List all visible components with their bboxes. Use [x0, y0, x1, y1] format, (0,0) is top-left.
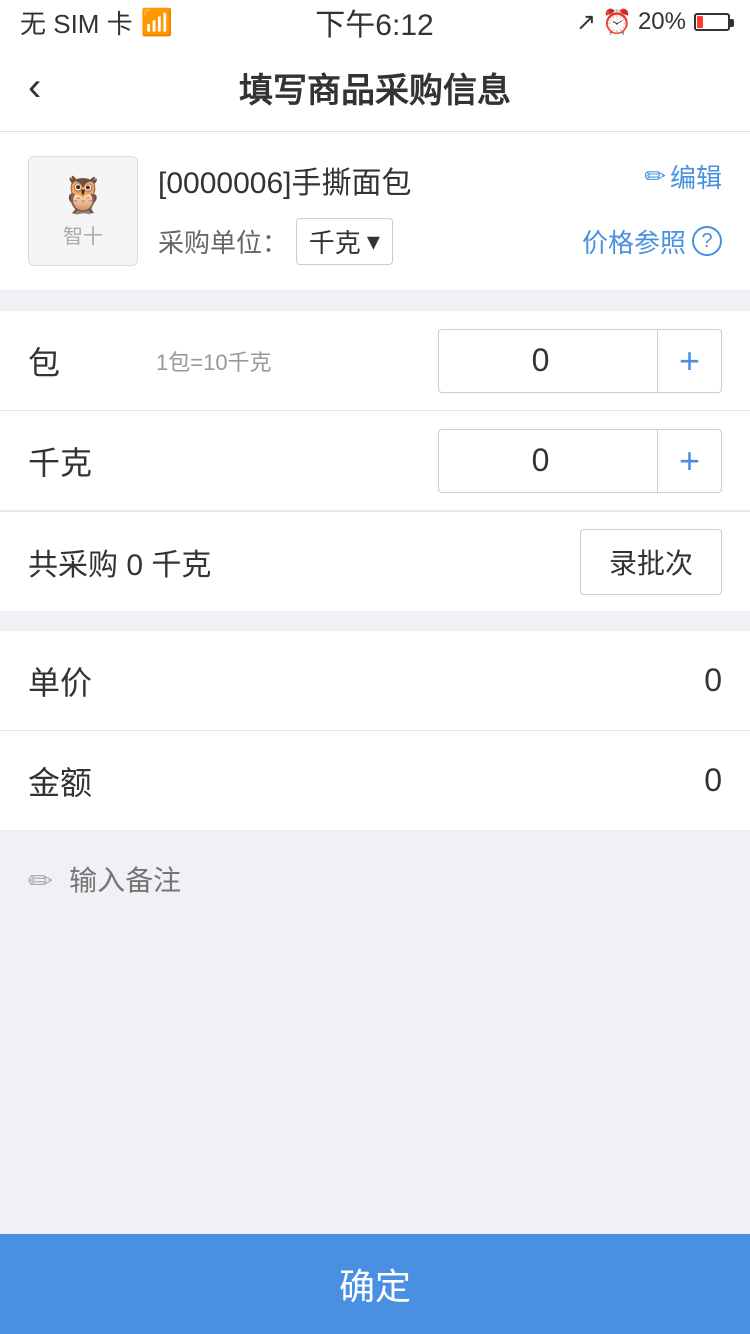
unit-prefix: 采购单位： — [158, 228, 288, 258]
section-divider-2 — [0, 611, 750, 631]
location-icon: ↗ — [576, 8, 596, 37]
battery-percent: 20% — [638, 8, 686, 36]
edit-icon: ✏ — [644, 161, 666, 192]
edit-label: 编辑 — [670, 158, 722, 195]
price-ref-link[interactable]: 价格参照 ? — [582, 223, 722, 260]
product-thumb-icon: 🦉 — [61, 174, 106, 216]
alarm-icon: ⏰ — [602, 8, 632, 37]
section-divider-1 — [0, 291, 750, 311]
price-section: 单价 0 金额 0 — [0, 631, 750, 831]
edit-link[interactable]: ✏ 编辑 — [644, 158, 722, 195]
status-left: 无 SIM 卡 📶 — [20, 4, 173, 41]
bag-qty-input[interactable] — [438, 329, 658, 393]
back-button[interactable]: ‹ — [28, 65, 41, 110]
input-section: 包 1包=10千克 + 千克 + — [0, 311, 750, 511]
page-title: 填写商品采购信息 — [239, 63, 511, 112]
kg-input-row: 千克 + — [0, 411, 750, 511]
price-ref-icon: ? — [692, 226, 722, 256]
remark-section: ✏ — [0, 831, 750, 931]
status-bar: 无 SIM 卡 📶 下午6:12 ↗ ⏰ 20% — [0, 0, 750, 44]
kg-label: 千克 — [28, 438, 148, 484]
battery-fill — [697, 16, 703, 28]
unit-value: 千克 — [309, 223, 361, 260]
bag-sub-label: 1包=10千克 — [156, 345, 272, 377]
kg-input-right: + — [438, 429, 722, 493]
product-thumbnail: 🦉 智十 — [28, 156, 138, 266]
unit-label-group: 采购单位： 千克 ▾ — [158, 218, 393, 265]
pencil-icon: ✏ — [28, 864, 53, 899]
unit-select[interactable]: 千克 ▾ — [296, 218, 393, 265]
status-time: 下午6:12 — [315, 0, 433, 44]
amount-row: 金额 0 — [0, 731, 750, 831]
confirm-button[interactable]: 确定 — [0, 1234, 750, 1334]
record-batch-button[interactable]: 录批次 — [580, 529, 722, 595]
chevron-down-icon: ▾ — [367, 226, 380, 257]
status-right: ↗ ⏰ 20% — [576, 8, 730, 37]
unit-price-value: 0 — [704, 662, 722, 699]
no-sim-label: 无 SIM 卡 — [20, 4, 133, 41]
amount-value: 0 — [704, 762, 722, 799]
summary-text: 共采购 0 千克 — [28, 540, 211, 584]
bag-input-row: 包 1包=10千克 + — [0, 311, 750, 411]
price-ref-label: 价格参照 — [582, 223, 686, 260]
battery-icon — [694, 13, 730, 31]
bag-plus-button[interactable]: + — [658, 329, 722, 393]
product-info: [0000006]手撕面包 ✏ 编辑 采购单位： 千克 ▾ 价格参照 ? — [158, 158, 722, 265]
product-card: 🦉 智十 [0000006]手撕面包 ✏ 编辑 采购单位： 千克 ▾ 价格参照 … — [0, 132, 750, 291]
unit-price-label: 单价 — [28, 658, 92, 704]
remark-input[interactable] — [69, 865, 722, 897]
unit-price-row: 单价 0 — [0, 631, 750, 731]
wifi-icon: 📶 — [141, 7, 173, 38]
kg-qty-input[interactable] — [438, 429, 658, 493]
kg-plus-button[interactable]: + — [658, 429, 722, 493]
product-unit-row: 采购单位： 千克 ▾ 价格参照 ? — [158, 218, 722, 265]
nav-bar: ‹ 填写商品采购信息 — [0, 44, 750, 132]
amount-label: 金额 — [28, 758, 92, 804]
summary-row: 共采购 0 千克 录批次 — [0, 511, 750, 611]
bottom-space — [0, 931, 750, 1231]
product-name: [0000006]手撕面包 — [158, 158, 411, 202]
bag-label: 包 — [28, 338, 148, 384]
bag-input-right: + — [438, 329, 722, 393]
product-thumb-label: 智十 — [63, 220, 103, 249]
product-header: [0000006]手撕面包 ✏ 编辑 — [158, 158, 722, 202]
